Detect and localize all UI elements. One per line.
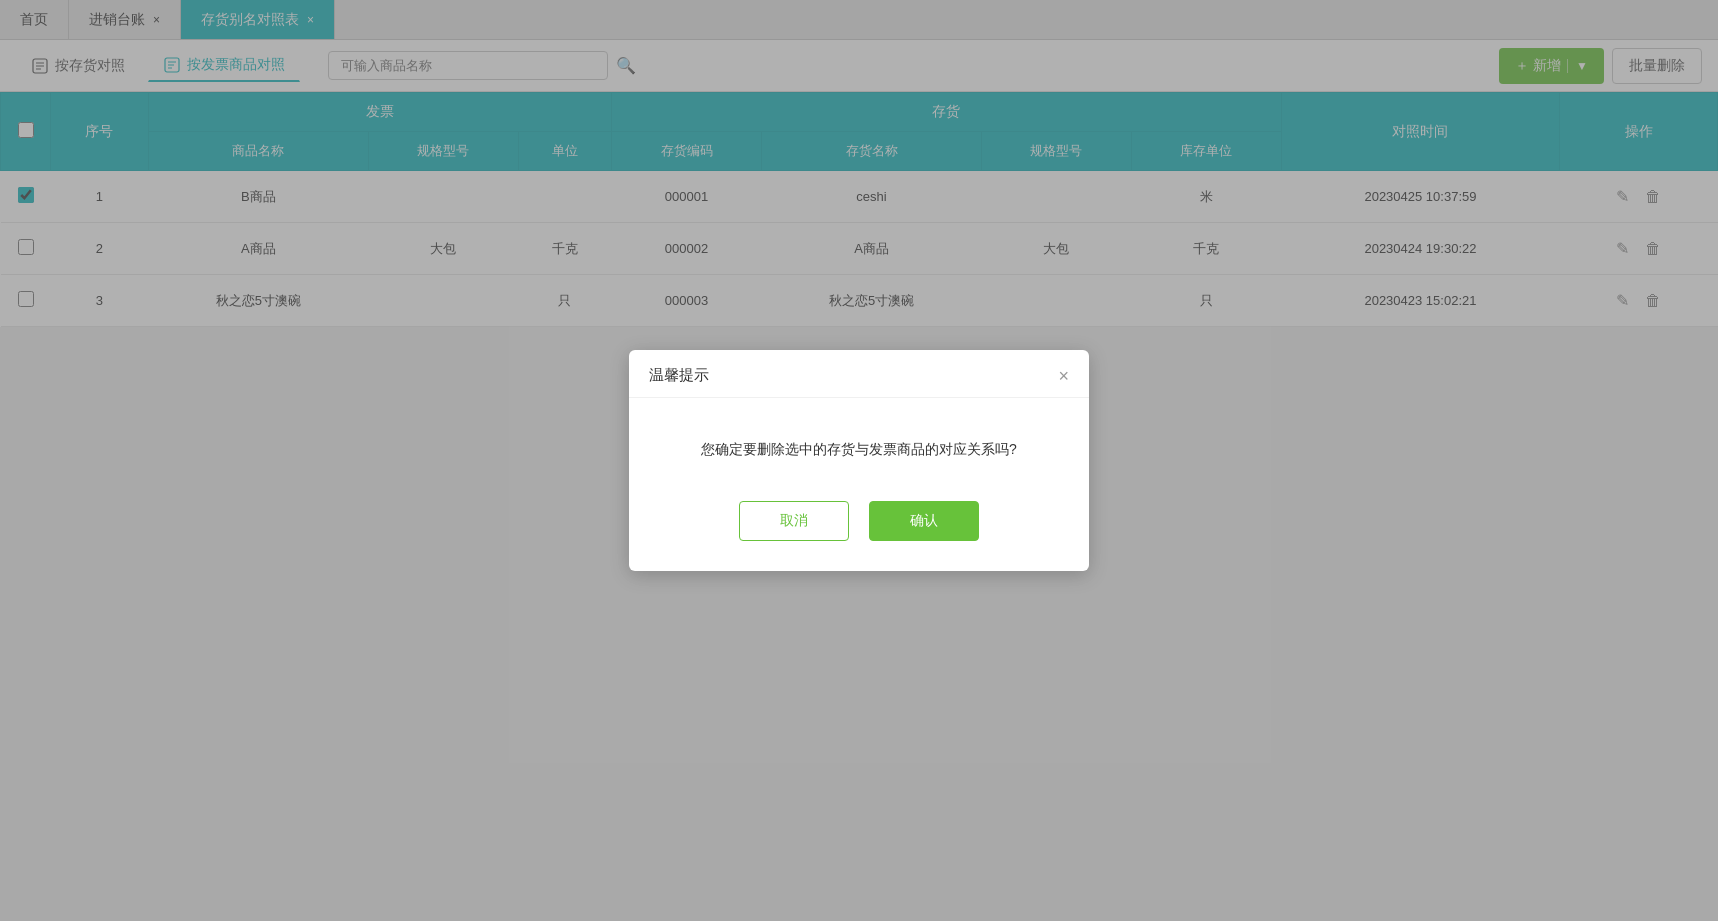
dialog-header: 温馨提示 × <box>629 350 1089 398</box>
confirm-button[interactable]: 确认 <box>869 501 979 541</box>
cancel-button[interactable]: 取消 <box>739 501 849 541</box>
dialog-message: 您确定要删除选中的存货与发票商品的对应关系吗? <box>701 441 1017 457</box>
dialog-overlay[interactable]: 温馨提示 × 您确定要删除选中的存货与发票商品的对应关系吗? 取消 确认 <box>0 0 1718 921</box>
dialog-close-button[interactable]: × <box>1058 367 1069 385</box>
dialog-body: 您确定要删除选中的存货与发票商品的对应关系吗? <box>629 398 1089 490</box>
dialog-footer: 取消 确认 <box>629 491 1089 571</box>
dialog-title: 温馨提示 <box>649 366 709 385</box>
dialog: 温馨提示 × 您确定要删除选中的存货与发票商品的对应关系吗? 取消 确认 <box>629 350 1089 570</box>
